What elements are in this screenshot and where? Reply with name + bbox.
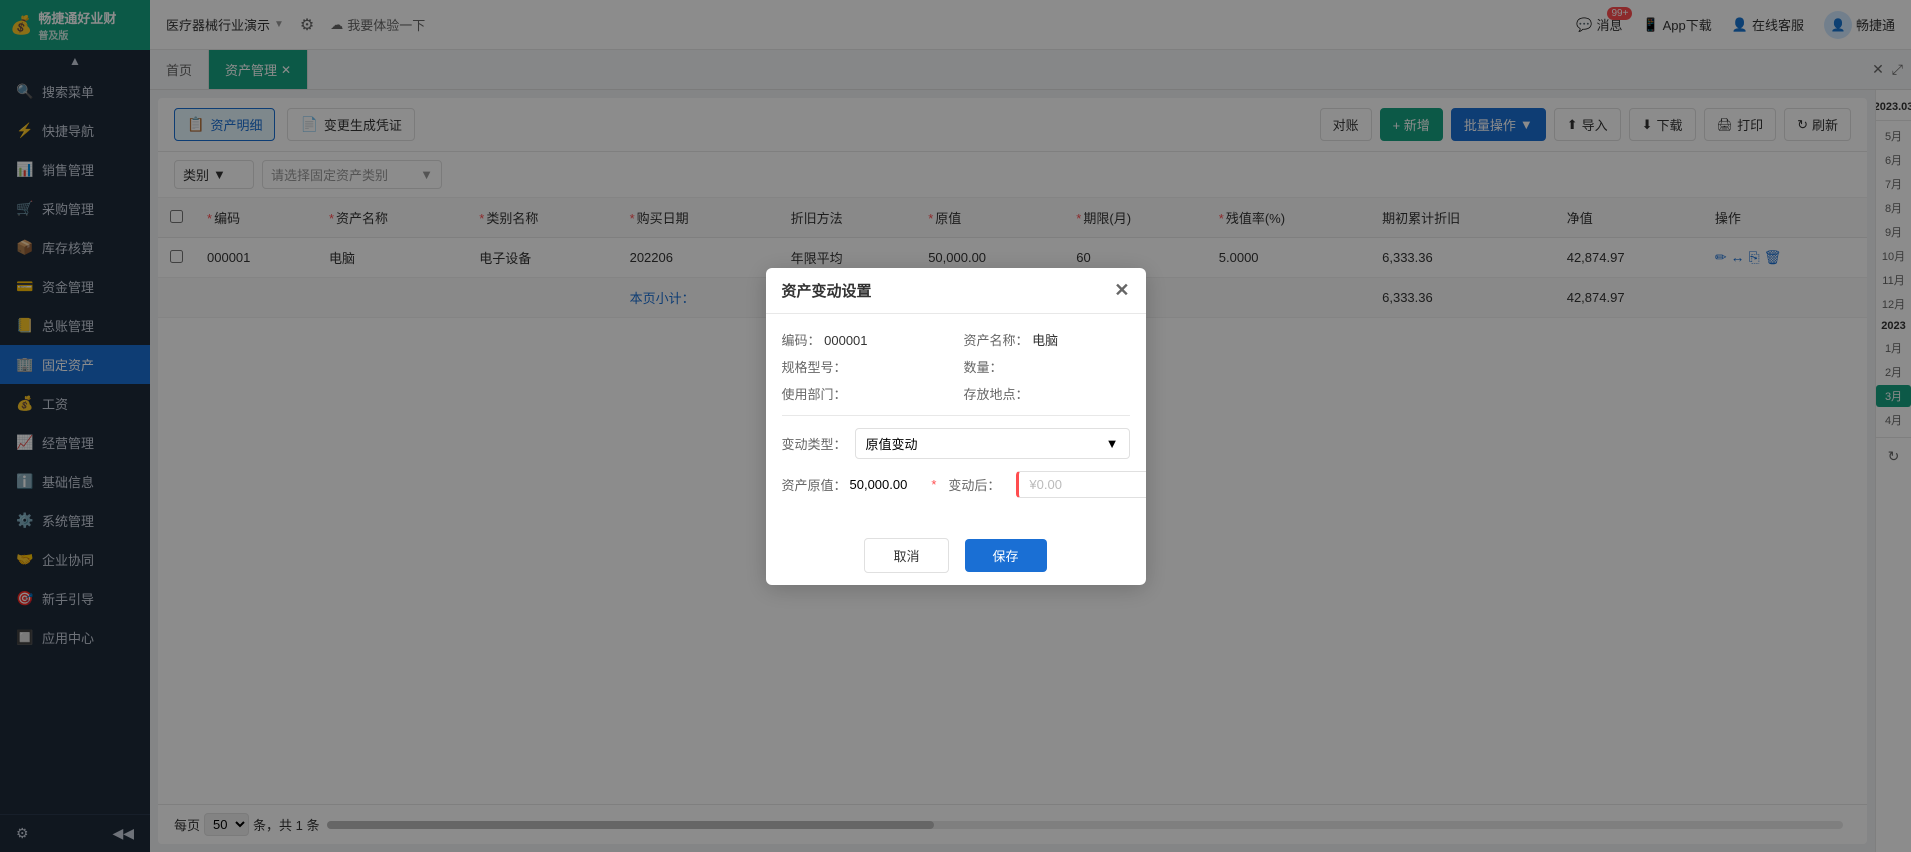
dialog-close-btn[interactable]: ✕ (1114, 280, 1129, 301)
save-btn[interactable]: 保存 (965, 539, 1047, 572)
dialog-location-item: 存放地点： (964, 384, 1130, 403)
dialog-body: 编码： 000001 资产名称： 电脑 规格型号： 数量： 使用部门： (766, 314, 1146, 526)
dialog-name-item: 资产名称： 电脑 (964, 330, 1130, 349)
dialog-title: 资产变动设置 (782, 280, 872, 301)
original-value-label: 资产原值： (782, 475, 842, 494)
dialog-spec-label: 规格型号： (782, 360, 847, 375)
dialog-quantity-item: 数量： (964, 357, 1130, 376)
dialog-department-label: 使用部门： (782, 387, 847, 402)
change-type-dropdown-icon: ▼ (1106, 436, 1119, 451)
change-type-label: 变动类型： (782, 434, 847, 453)
dialog-quantity-label: 数量： (964, 360, 1003, 375)
original-value-field: 资产原值： 50,000.00 * 变动后： (782, 471, 1130, 498)
dialog-code-value: 000001 (824, 333, 867, 348)
dialog-spec-item: 规格型号： (782, 357, 948, 376)
cancel-btn[interactable]: 取消 (864, 538, 948, 573)
dialog-location-label: 存放地点： (964, 387, 1029, 402)
dialog-code-item: 编码： 000001 (782, 330, 948, 349)
asset-change-dialog: 资产变动设置 ✕ 编码： 000001 资产名称： 电脑 规格型号： 数 (766, 268, 1146, 585)
change-type-field: 变动类型： 原值变动 ▼ (782, 428, 1130, 459)
dialog-name-value: 电脑 (1032, 333, 1058, 348)
dialog-name-label: 资产名称： (964, 333, 1029, 348)
change-type-value: 原值变动 (866, 434, 918, 453)
dialog-footer: 取消 保存 (766, 526, 1146, 585)
original-value-display: 50,000.00 (850, 477, 908, 492)
dialog-info-grid: 编码： 000001 资产名称： 电脑 规格型号： 数量： 使用部门： (782, 330, 1130, 416)
dialog-overlay[interactable]: 资产变动设置 ✕ 编码： 000001 资产名称： 电脑 规格型号： 数 (0, 0, 1911, 852)
dialog-header: 资产变动设置 ✕ (766, 268, 1146, 314)
change-type-select[interactable]: 原值变动 ▼ (855, 428, 1130, 459)
after-change-required-mark: * (931, 477, 936, 492)
after-change-label: 变动后： (948, 475, 1008, 494)
after-change-input[interactable] (1016, 471, 1145, 498)
dialog-department-item: 使用部门： (782, 384, 948, 403)
dialog-code-label: 编码： (782, 333, 821, 348)
